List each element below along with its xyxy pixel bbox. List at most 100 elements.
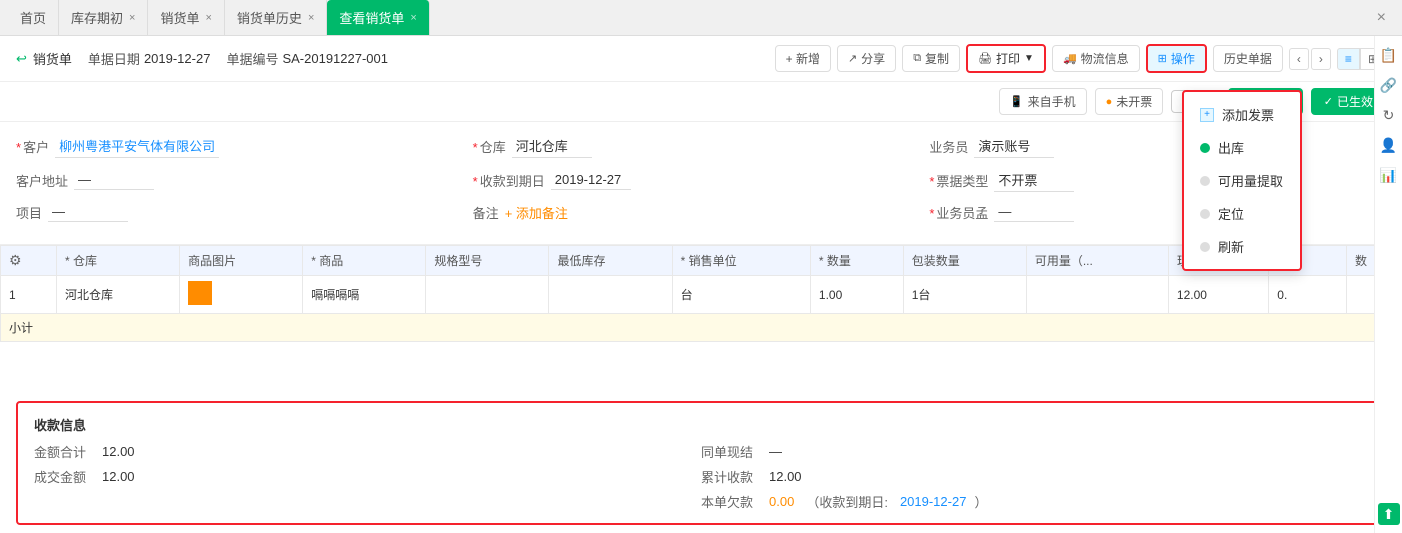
tab-close-sales-history[interactable]: ×: [308, 12, 314, 24]
prev-button[interactable]: ‹: [1289, 48, 1309, 70]
right-panel: 📋 🔗 ↻ 👤 📊 ⬆: [1374, 36, 1402, 533]
logistics-button[interactable]: 🚚 物流信息: [1052, 45, 1140, 72]
locate-dot: [1200, 209, 1210, 219]
product-image: [188, 281, 212, 305]
operation-icon: ⊞: [1158, 52, 1167, 65]
out-warehouse-item[interactable]: 出库: [1184, 131, 1300, 164]
payment-info-grid: 金额合计 12.00 成交金额 12.00 同单现结 — 累计收款: [34, 442, 1368, 511]
panel-icon-chart[interactable]: 📊: [1378, 164, 1400, 186]
share-button[interactable]: ↗ 分享: [837, 45, 896, 72]
customer-value[interactable]: 柳州粤港平安气体有限公司: [55, 134, 219, 158]
view-list-button[interactable]: ≡: [1337, 48, 1360, 70]
trade-amount-row: 成交金额 12.00: [34, 467, 701, 486]
cell-package-qty: 1台: [903, 276, 1026, 314]
locate-item[interactable]: 定位: [1184, 197, 1300, 230]
cell-unit: 台: [672, 276, 810, 314]
doc-number-value: SA-20191227-001: [282, 51, 388, 66]
customer-field: 客户 柳州粤港平安气体有限公司: [16, 134, 473, 158]
cell-available: [1026, 276, 1168, 314]
cumulative-label: 累计收款: [701, 467, 761, 486]
doc-date-field: 单据日期 2019-12-27: [88, 49, 211, 68]
panel-icon-link[interactable]: 🔗: [1378, 74, 1400, 96]
tab-close-inventory-init[interactable]: ×: [129, 12, 135, 24]
ticket-icon: ●: [1106, 96, 1113, 108]
th-product: * 商品: [303, 246, 426, 276]
tab-view-sales-order[interactable]: 查看销货单 ×: [327, 0, 429, 35]
panel-icon-refresh[interactable]: ↻: [1378, 104, 1400, 126]
not-open-ticket-button[interactable]: ● 未开票: [1095, 88, 1164, 115]
tab-inventory-init[interactable]: 库存期初 ×: [59, 0, 148, 35]
panel-icon-clipboard[interactable]: 📋: [1378, 44, 1400, 66]
next-button[interactable]: ›: [1311, 48, 1331, 70]
address-label: 客户地址: [16, 171, 68, 190]
cell-warehouse: 河北仓库: [56, 276, 179, 314]
print-button[interactable]: 🖨 打印 ▼: [966, 44, 1046, 73]
refresh-item[interactable]: 刷新: [1184, 230, 1300, 263]
cell-spec: [426, 276, 549, 314]
sales-person-field: 业务员孟 —: [929, 202, 1386, 222]
due-date-value: 2019-12-27: [900, 494, 967, 509]
sales-person-value: —: [994, 202, 1074, 222]
th-warehouse: * 仓库: [56, 246, 179, 276]
tab-sales-history[interactable]: 销货单历史 ×: [225, 0, 327, 35]
available-qty-dot: [1200, 176, 1210, 186]
th-product-img: 商品图片: [180, 246, 303, 276]
available-qty-item[interactable]: 可用量提取: [1184, 164, 1300, 197]
due-date-close: ）: [974, 492, 987, 511]
invoice-icon: +: [1200, 108, 1214, 122]
sales-person-label: 业务员孟: [929, 203, 988, 222]
doc-number-field: 单据编号 SA-20191227-001: [226, 49, 388, 68]
cumulative-row: 累计收款 12.00: [701, 467, 1368, 486]
th-min-stock: 最低库存: [549, 246, 672, 276]
trade-amount-value: 12.00: [102, 469, 135, 484]
same-order-label: 同单现结: [701, 442, 761, 461]
form-row-3: 项目 — 备注 + 添加备注 业务员孟 —: [16, 202, 1386, 222]
address-field: 客户地址 —: [16, 170, 473, 190]
history-button[interactable]: 历史单据: [1213, 45, 1283, 72]
payment-date-label: 收款到期日: [473, 171, 545, 190]
ticket-type-label: 票据类型: [929, 171, 988, 190]
tab-close-sales-order[interactable]: ×: [205, 12, 211, 24]
th-unit: * 销售单位: [672, 246, 810, 276]
logistics-icon: 🚚: [1063, 52, 1077, 65]
cell-product-name: 嗝嗝嗝嗝: [303, 276, 426, 314]
cell-price: 0.: [1269, 276, 1347, 314]
th-gear[interactable]: ⚙: [1, 246, 57, 276]
due-value: 0.00: [769, 494, 794, 509]
doc-title: ↩ 销货单: [16, 49, 72, 68]
employee-label: 业务员: [929, 137, 968, 156]
panel-icon-expand[interactable]: ⬆: [1378, 503, 1400, 525]
operation-button[interactable]: ⊞ 操作: [1146, 44, 1207, 73]
copy-button[interactable]: ⧉ 复制: [902, 45, 960, 72]
copy-icon: ⧉: [913, 52, 921, 65]
add-remark-button[interactable]: + 添加备注: [505, 203, 568, 222]
refresh-dot: [1200, 242, 1210, 252]
tab-bar: 首页 库存期初 × 销货单 × 销货单历史 × 查看销货单 × ×: [0, 0, 1402, 36]
same-order-value: —: [769, 444, 782, 459]
address-value: —: [74, 170, 154, 190]
employee-value[interactable]: 演示账号: [974, 134, 1054, 158]
cell-index: 1: [1, 276, 57, 314]
subtotal-label: 小计: [1, 314, 1402, 342]
due-label: 本单欠款: [701, 492, 761, 511]
payment-date-value[interactable]: 2019-12-27: [551, 170, 631, 190]
panel-icon-user[interactable]: 👤: [1378, 134, 1400, 156]
from-phone-button[interactable]: 📱 来自手机: [999, 88, 1087, 115]
window-close-button[interactable]: ×: [1369, 9, 1394, 26]
doc-date-value: 2019-12-27: [144, 51, 211, 66]
print-icon: 🖨: [978, 52, 992, 65]
check-circle-icon2: ✓: [1324, 95, 1333, 108]
add-invoice-item[interactable]: + 添加发票: [1184, 98, 1300, 131]
payment-info-title: 收款信息: [34, 415, 1368, 434]
tab-close-view-sales-order[interactable]: ×: [410, 12, 416, 24]
due-date-text: （收款到期日:: [806, 492, 888, 511]
tab-sales-order[interactable]: 销货单 ×: [148, 0, 224, 35]
due-row: 本单欠款 0.00 （收款到期日: 2019-12-27 ）: [701, 492, 1368, 511]
new-button[interactable]: + 新增: [775, 45, 831, 72]
cell-quantity: 1.00: [810, 276, 903, 314]
tab-home[interactable]: 首页: [8, 0, 59, 35]
cell-stock: 12.00: [1168, 276, 1268, 314]
warehouse-value[interactable]: 河北仓库: [512, 134, 592, 158]
total-amount-label: 金额合计: [34, 442, 94, 461]
ticket-type-value[interactable]: 不开票: [994, 168, 1074, 192]
